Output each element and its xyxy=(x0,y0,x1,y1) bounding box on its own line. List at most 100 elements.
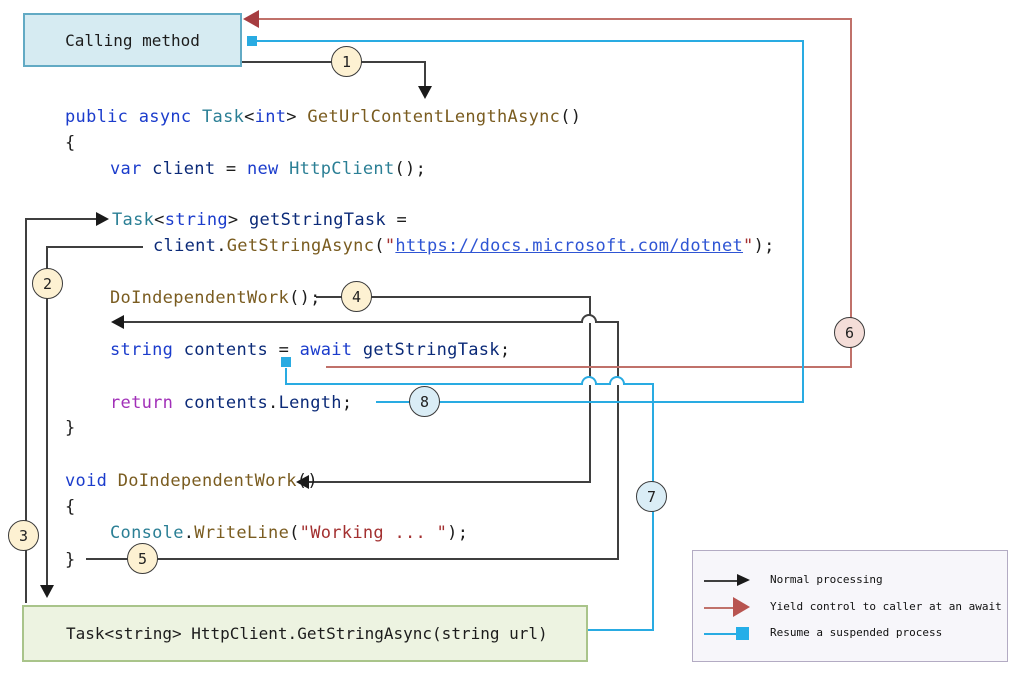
step-marker-2: 2 xyxy=(32,268,63,299)
async-flow-diagram: Calling method Task<string> HttpClient.G… xyxy=(0,0,1022,681)
step-marker-8: 8 xyxy=(409,386,440,417)
code-token: DoIndependentWork xyxy=(118,471,297,491)
code-token: await xyxy=(300,340,353,360)
code-token: > xyxy=(228,210,249,230)
flow7-resume-line-v2 xyxy=(285,368,287,385)
code-token: { xyxy=(65,133,76,153)
flow5-line-v xyxy=(617,322,619,560)
code-token: contents xyxy=(184,393,268,413)
code-token: . xyxy=(184,523,195,543)
code-token: string xyxy=(165,210,228,230)
resume-line-icon xyxy=(704,633,738,635)
flow3-line-h xyxy=(25,218,97,220)
flow6-yield-line-v xyxy=(850,19,852,368)
flow6-yield-line-h2 xyxy=(258,18,852,20)
code-line: DoIndependentWork(); xyxy=(110,287,321,309)
step-marker-4: 4 xyxy=(341,281,372,312)
code-token: = xyxy=(268,340,300,360)
code-token: contents xyxy=(184,340,268,360)
code-token: ( xyxy=(289,523,300,543)
code-token: < xyxy=(244,107,255,127)
step-marker-3: 3 xyxy=(8,520,39,551)
calling-method-label: Calling method xyxy=(65,31,200,50)
code-token: } xyxy=(65,550,76,570)
legend-label-yield: Yield control to caller at an await xyxy=(770,600,1002,613)
code-token: async xyxy=(139,107,192,127)
flow4-line-v xyxy=(589,296,591,483)
code-token: { xyxy=(65,497,76,517)
code-token: Task xyxy=(112,210,154,230)
code-token: GetStringAsync xyxy=(227,236,375,256)
code-token: Console xyxy=(110,523,184,543)
legend-row-normal: Normal processing xyxy=(693,570,1007,592)
code-token xyxy=(173,340,184,360)
code-line: { xyxy=(65,132,76,154)
flow1-line-v xyxy=(424,61,426,87)
code-token: " xyxy=(385,236,396,256)
step-marker-5: 5 xyxy=(127,543,158,574)
code-line: Task<string> getStringTask = xyxy=(112,209,407,231)
code-token: Task xyxy=(202,107,244,127)
resume-square-icon xyxy=(736,627,749,640)
code-token: () xyxy=(297,471,318,491)
code-token: ( xyxy=(374,236,385,256)
code-token: client xyxy=(152,159,215,179)
yield-arrowhead-icon xyxy=(733,597,750,617)
flow7-line-hop-b xyxy=(609,376,625,385)
flow7-resume-line-h2 xyxy=(285,383,654,385)
code-token: WriteLine xyxy=(194,523,289,543)
code-line: public async Task<int> GetUrlContentLeng… xyxy=(65,106,581,128)
code-token: ; xyxy=(342,393,353,413)
flow4-line-h2 xyxy=(309,481,591,483)
flow6-yield-line-h xyxy=(326,366,852,368)
legend-box: Normal processing Yield control to calle… xyxy=(692,550,1008,662)
code-token: HttpClient xyxy=(289,159,394,179)
flow2-arrowhead-down-icon xyxy=(40,585,54,598)
code-token: " xyxy=(743,236,754,256)
flow7-resume-line-h xyxy=(588,629,654,631)
step-marker-1: 1 xyxy=(331,46,362,77)
calling-method-box: Calling method xyxy=(23,13,242,67)
flow8-resume-line-h2 xyxy=(257,40,804,42)
code-token: getStringTask xyxy=(249,210,386,230)
code-token: new xyxy=(247,159,279,179)
code-token: (); xyxy=(289,288,321,308)
code-token: . xyxy=(216,236,227,256)
code-line: string contents = await getStringTask; xyxy=(110,339,510,361)
code-token: void xyxy=(65,471,107,491)
code-token: } xyxy=(65,418,76,438)
code-token xyxy=(279,159,290,179)
code-line: } xyxy=(65,417,76,439)
flow8-resume-square-icon xyxy=(247,36,257,46)
normal-arrowhead-icon xyxy=(737,574,750,586)
code-line: var client = new HttpClient(); xyxy=(110,158,426,180)
code-token: https://docs.microsoft.com/dotnet xyxy=(395,236,743,256)
code-token: () xyxy=(560,107,581,127)
legend-label-resume: Resume a suspended process xyxy=(770,626,942,639)
code-token: ); xyxy=(447,523,468,543)
step-marker-6: 6 xyxy=(834,317,865,348)
code-token: "Working ... " xyxy=(300,523,448,543)
code-token: DoIndependentWork xyxy=(110,288,289,308)
code-line: return contents.Length; xyxy=(110,392,352,414)
code-token: var xyxy=(110,159,142,179)
code-token: client xyxy=(153,236,216,256)
flow5-line-hop xyxy=(581,314,597,323)
flow1-arrowhead-down-icon xyxy=(418,86,432,99)
code-token: public xyxy=(65,107,128,127)
getstringasync-task-label: Task<string> HttpClient.GetStringAsync(s… xyxy=(66,624,548,643)
normal-arrow-icon xyxy=(704,580,738,582)
code-line: } xyxy=(65,549,76,571)
code-token xyxy=(191,107,202,127)
code-token: ; xyxy=(500,340,511,360)
legend-row-yield: Yield control to caller at an await xyxy=(693,597,1007,619)
code-token: . xyxy=(268,393,279,413)
yield-arrow-icon xyxy=(704,607,734,609)
code-token: > xyxy=(286,107,307,127)
step-marker-7: 7 xyxy=(636,481,667,512)
code-token: int xyxy=(255,107,287,127)
flow8-resume-line-v xyxy=(802,41,804,403)
getstringasync-task-box: Task<string> HttpClient.GetStringAsync(s… xyxy=(22,605,588,662)
flow8-resume-line-h xyxy=(376,401,804,403)
flow5-arrowhead-left-icon xyxy=(111,315,124,329)
